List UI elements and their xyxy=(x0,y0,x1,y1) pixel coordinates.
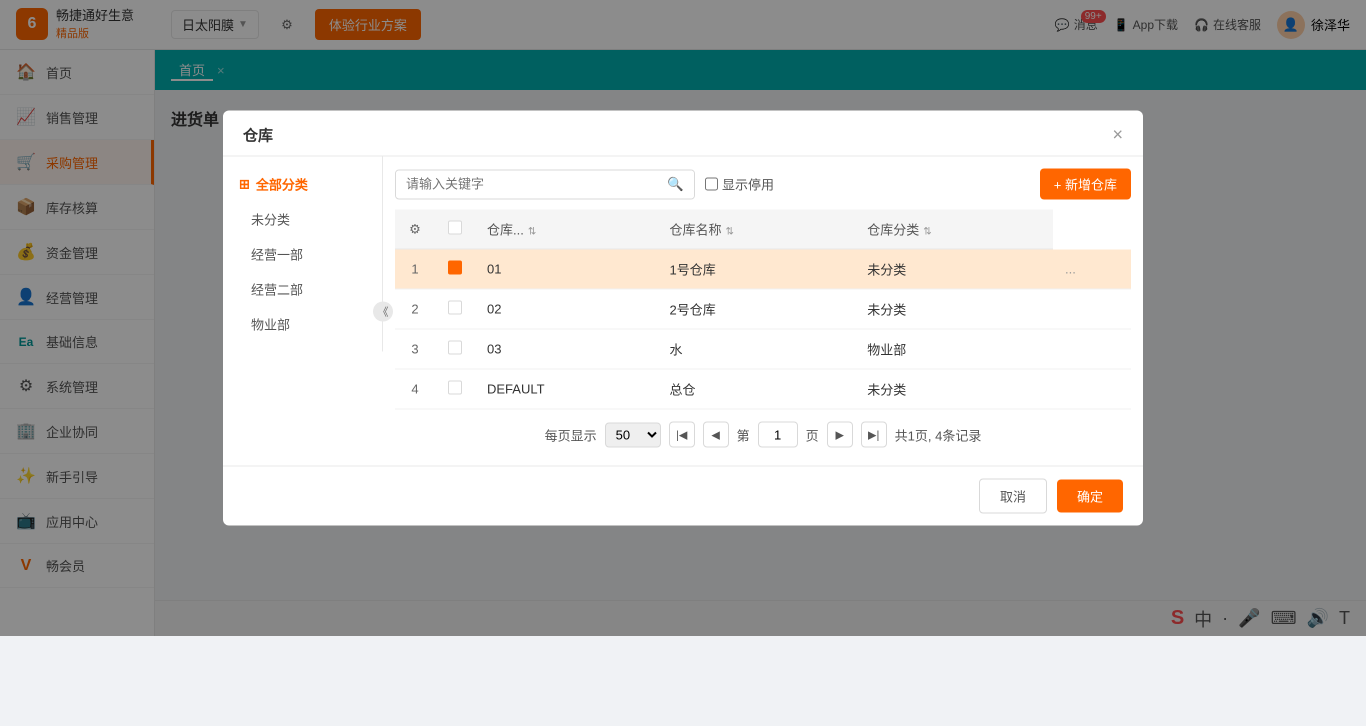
search-button[interactable]: 🔍 xyxy=(657,170,694,198)
collapse-panel-button[interactable]: 《 xyxy=(373,301,393,321)
row-actions[interactable]: ... xyxy=(1053,249,1131,289)
total-info: 共1页, 4条记录 xyxy=(895,425,982,444)
table-row[interactable]: 2 02 2号仓库 未分类 xyxy=(395,289,1131,329)
row-checkbox[interactable] xyxy=(448,301,462,315)
show-disabled-checkbox[interactable] xyxy=(705,178,718,191)
table-row[interactable]: 1 01 1号仓库 未分类 ... xyxy=(395,249,1131,289)
row-checkbox-cell xyxy=(435,369,475,409)
row-code: 03 xyxy=(475,329,657,369)
sort-icon: ⇅ xyxy=(725,227,733,238)
cancel-button[interactable]: 取消 xyxy=(979,479,1047,514)
category-panel-wrapper: ⊞ 全部分类 未分类 经营一部 经营二部 物业部 《 xyxy=(223,157,383,466)
row-category: 未分类 xyxy=(855,369,1053,409)
modal-footer: 取消 确定 xyxy=(223,466,1143,526)
category-panel: ⊞ 全部分类 未分类 经营一部 经营二部 物业部 xyxy=(223,157,383,352)
col-category: 仓库分类⇅ xyxy=(855,210,1053,250)
close-icon[interactable]: × xyxy=(1112,125,1123,146)
row-checkbox[interactable] xyxy=(448,341,462,355)
search-input[interactable] xyxy=(396,171,657,198)
row-name: 水 xyxy=(657,329,855,369)
modal-body: ⊞ 全部分类 未分类 经营一部 经营二部 物业部 《 🔍 显示停用 xyxy=(223,157,1143,466)
row-category: 未分类 xyxy=(855,289,1053,329)
confirm-button[interactable]: 确定 xyxy=(1057,480,1123,513)
next-page-button[interactable]: ▶ xyxy=(827,422,853,448)
select-all-checkbox[interactable] xyxy=(448,221,462,235)
sort-icon: ⇅ xyxy=(923,227,931,238)
table-panel: 🔍 显示停用 + 新增仓库 ⚙ 仓库...⇅ xyxy=(383,157,1143,466)
table-row[interactable]: 4 DEFAULT 总仓 未分类 xyxy=(395,369,1131,409)
last-page-button[interactable]: ▶| xyxy=(861,422,887,448)
col-settings: ⚙ xyxy=(395,210,435,250)
grid-icon: ⊞ xyxy=(239,176,250,192)
row-num: 2 xyxy=(395,289,435,329)
row-checkbox-cell xyxy=(435,249,475,289)
table-toolbar: 🔍 显示停用 + 新增仓库 xyxy=(395,169,1131,200)
row-code: 02 xyxy=(475,289,657,329)
table-header-row: ⚙ 仓库...⇅ 仓库名称⇅ 仓库分类⇅ xyxy=(395,210,1131,250)
row-num: 4 xyxy=(395,369,435,409)
category-item-dept2[interactable]: 经营二部 xyxy=(223,272,382,307)
modal-title: 仓库 xyxy=(243,125,273,146)
row-name: 2号仓库 xyxy=(657,289,855,329)
table-body: 1 01 1号仓库 未分类 ... 2 02 2号仓库 未分类 3 03 水 物… xyxy=(395,249,1131,409)
per-page-label: 每页显示 xyxy=(545,425,597,444)
prev-page-button[interactable]: ◀ xyxy=(703,422,729,448)
row-checkbox[interactable] xyxy=(448,261,462,275)
category-item-unclassified[interactable]: 未分类 xyxy=(223,202,382,237)
per-page-select[interactable]: 50 20 100 xyxy=(605,422,661,447)
pagination: 每页显示 50 20 100 |◀ ◀ 第 页 ▶ ▶| 共1页, 4条记录 xyxy=(395,410,1131,454)
page-label: 第 xyxy=(737,425,750,444)
category-all[interactable]: ⊞ 全部分类 xyxy=(223,167,382,202)
category-item-dept1[interactable]: 经营一部 xyxy=(223,237,382,272)
new-warehouse-button[interactable]: + 新增仓库 xyxy=(1040,169,1131,200)
col-name: 仓库名称⇅ xyxy=(657,210,855,250)
first-page-button[interactable]: |◀ xyxy=(669,422,695,448)
page-input[interactable] xyxy=(758,422,798,448)
modal-header: 仓库 × xyxy=(223,111,1143,157)
row-checkbox[interactable] xyxy=(448,381,462,395)
search-box: 🔍 xyxy=(395,169,695,199)
row-code: DEFAULT xyxy=(475,369,657,409)
show-disabled-label[interactable]: 显示停用 xyxy=(705,175,774,194)
row-checkbox-cell xyxy=(435,329,475,369)
row-category: 物业部 xyxy=(855,329,1053,369)
table-row[interactable]: 3 03 水 物业部 xyxy=(395,329,1131,369)
col-code: 仓库...⇅ xyxy=(475,210,657,250)
row-num: 1 xyxy=(395,249,435,289)
category-all-label: 全部分类 xyxy=(256,175,308,194)
row-code: 01 xyxy=(475,249,657,289)
row-name: 总仓 xyxy=(657,369,855,409)
page-unit: 页 xyxy=(806,425,819,444)
row-name: 1号仓库 xyxy=(657,249,855,289)
row-category: 未分类 xyxy=(855,249,1053,289)
warehouse-modal: 仓库 × ⊞ 全部分类 未分类 经营一部 经营二部 物业部 《 🔍 xyxy=(223,111,1143,526)
row-num: 3 xyxy=(395,329,435,369)
warehouse-table: ⚙ 仓库...⇅ 仓库名称⇅ 仓库分类⇅ xyxy=(395,210,1131,410)
col-checkbox xyxy=(435,210,475,250)
row-checkbox-cell xyxy=(435,289,475,329)
sort-icon: ⇅ xyxy=(528,227,536,238)
category-item-property[interactable]: 物业部 xyxy=(223,307,382,342)
